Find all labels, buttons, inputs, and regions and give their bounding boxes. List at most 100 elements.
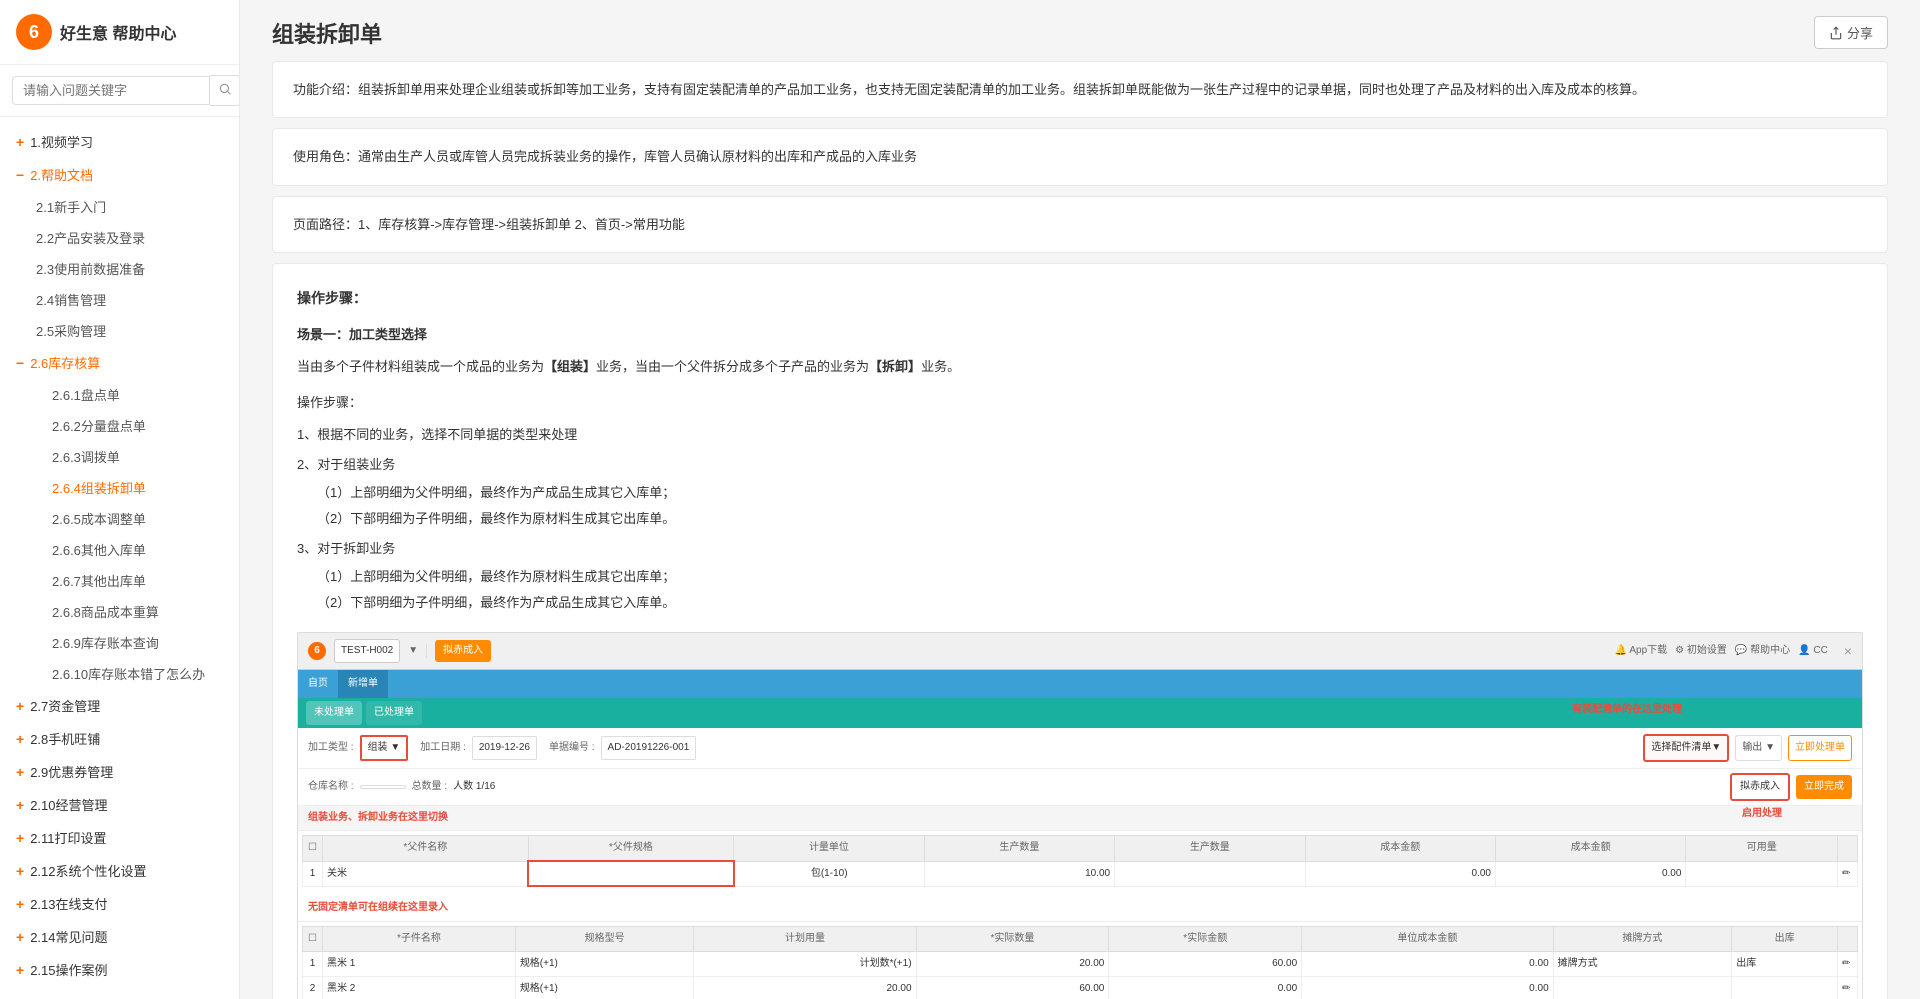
form-type-label: 加工类型 :: [308, 738, 354, 758]
sidebar-item-inventory[interactable]: − 2.6库存核算: [0, 346, 239, 379]
sidebar-item-videos[interactable]: + 1.视频学习: [0, 125, 239, 158]
enable-process-btn[interactable]: 拟赤成入: [1730, 773, 1790, 801]
sidebar-item-transfer[interactable]: 2.6.3调拨单: [0, 441, 239, 472]
sidebar-item-dataprep[interactable]: 2.3使用前数据准备: [0, 253, 239, 284]
select-bom-btn[interactable]: 选择配件清单▼: [1643, 734, 1729, 762]
row1-edit[interactable]: ✏: [1838, 861, 1858, 886]
sidebar-item-assemble[interactable]: 2.6.4组装拆卸单: [0, 472, 239, 503]
confirm-btn[interactable]: 立即完成: [1796, 775, 1852, 799]
col2-unit-cost: 单位成本金额: [1302, 927, 1553, 952]
col2-actual-amt: *实际金额: [1109, 927, 1302, 952]
table-row-1: 1 关米 包(1-10) 10.00 0.00 0.00 ✏: [303, 861, 1858, 886]
app-navbar: 自页 新增单: [298, 670, 1862, 698]
crow1-name: 黑米 1: [323, 952, 516, 977]
col2-plan-qty: 计划用量: [694, 927, 916, 952]
crow2-actual-amt: 0.00: [1109, 977, 1302, 999]
close-icon: ×: [1844, 637, 1852, 665]
sidebar-item-sales[interactable]: 2.4销售管理: [0, 284, 239, 315]
form-type-select[interactable]: 组装 ▼: [360, 735, 409, 761]
content-area: 功能介绍：组装拆卸单用来处理企业组装或拆卸等加工业务，支持有固定装配清单的产品加…: [240, 61, 1920, 999]
steps-label: 操作步骤：: [297, 390, 1863, 416]
form-btn2[interactable]: 输出 ▼: [1735, 735, 1782, 761]
col2-actual-qty: *实际数量: [916, 927, 1109, 952]
steps-block: 操作步骤： 场景一：加工类型选择 当由多个子件材料组装成一个成品的业务为【组装】…: [272, 263, 1888, 999]
search-input[interactable]: [12, 76, 210, 105]
table-annotation-bar: 无固定清单可在组续在这里录入: [298, 891, 1862, 921]
sidebar-item-operation[interactable]: + 2.10经营管理: [0, 788, 239, 821]
step1: 1、根据不同的业务，选择不同单据的类型来处理: [297, 422, 1863, 448]
form-count: 人数 1/16: [453, 777, 495, 797]
sidebar-item-label-faq: 2.14常见问题: [30, 927, 107, 946]
sidebar-item-coupon[interactable]: + 2.9优惠券管理: [0, 755, 239, 788]
expand-icon-custom: +: [16, 863, 24, 879]
row1-qty2: [1115, 861, 1305, 886]
sidebar-item-costrecalc[interactable]: 2.6.8商品成本重算: [0, 596, 239, 627]
sidebar-item-payment[interactable]: + 2.13在线支付: [0, 887, 239, 920]
type-switch-annotation: 组装业务、拆卸业务在这里切换: [308, 812, 448, 823]
share-button[interactable]: 分享: [1814, 16, 1888, 49]
crow1-outbound: 出库: [1732, 952, 1838, 977]
sidebar-item-stocktake[interactable]: 2.6.1盘点单: [0, 379, 239, 410]
intro-text: 功能介绍：组装拆卸单用来处理企业组装或拆卸等加工业务，支持有固定装配清单的产品加…: [293, 78, 1867, 101]
app-icon-3: 💬 帮助中心: [1735, 641, 1790, 661]
sidebar-item-mobile[interactable]: + 2.8手机旺铺: [0, 722, 239, 755]
collapse-icon-2: −: [16, 355, 24, 371]
nav-active[interactable]: 新增单: [338, 670, 388, 698]
sidebar-item-inbound[interactable]: 2.6.6其他入库单: [0, 534, 239, 565]
sidebar-item-print[interactable]: + 2.11打印设置: [0, 821, 239, 854]
form-right: 选择配件清单▼ 输出 ▼ 立即处理单: [1643, 734, 1852, 762]
sidebar-item-custom[interactable]: + 2.12系统个性化设置: [0, 854, 239, 887]
crow1-plan: 计划数*(+1): [694, 952, 916, 977]
sidebar-item-label-print: 2.11打印设置: [30, 828, 106, 847]
sidebar-item-partialinv[interactable]: 2.6.2分量盘点单: [0, 410, 239, 441]
sidebar-item-costadjust[interactable]: 2.6.5成本调整单: [0, 503, 239, 534]
sidebar-item-newbie[interactable]: 2.1新手入门: [0, 191, 239, 222]
col-prod-qty2: 生产数量: [1115, 836, 1305, 862]
form-date: 2019-12-26: [472, 736, 537, 760]
logo-icon: 6: [16, 14, 52, 50]
enable-process-label: 拟赤成入: [1740, 781, 1780, 792]
col2-child-name: *子件名称: [323, 927, 516, 952]
sidebar-item-label-operation: 2.10经营管理: [30, 795, 107, 814]
search-button[interactable]: [210, 75, 240, 106]
crow1-edit[interactable]: ✏: [1838, 952, 1858, 977]
form-btn3[interactable]: 立即处理单: [1788, 735, 1852, 761]
role-text: 使用角色：通常由生产人员或库管人员完成拆装业务的操作，库管人员确认原材料的出库和…: [293, 145, 1867, 168]
crow2-num: 2: [303, 977, 323, 999]
sidebar-item-purchase[interactable]: 2.5采购管理: [0, 315, 239, 346]
sidebar-item-ledger[interactable]: 2.6.9库存账本查询: [0, 627, 239, 658]
col-cost: 成本金额: [1305, 836, 1495, 862]
sidebar-item-install[interactable]: 2.2产品安装及登录: [0, 222, 239, 253]
sidebar-item-ledgererror[interactable]: 2.6.10库存账本错了怎么办: [0, 658, 239, 689]
app-title: 好生意 帮助中心: [60, 20, 176, 44]
col-action-th: [1838, 836, 1858, 862]
app-logo: 6: [308, 642, 326, 660]
crow1-num: 1: [303, 952, 323, 977]
nav-home[interactable]: 自页: [298, 670, 338, 698]
col2-action-th: [1838, 927, 1858, 952]
tab-unprocessed[interactable]: 未处理单: [306, 701, 362, 725]
sidebar-item-label: 1.视频学习: [30, 132, 93, 151]
expand-icon-coupon: +: [16, 764, 24, 780]
page-header: 组装拆卸单 分享: [240, 0, 1920, 61]
sidebar-item-finance[interactable]: + 2.7资金管理: [0, 689, 239, 722]
sidebar-item-outbound[interactable]: 2.6.7其他出库单: [0, 565, 239, 596]
col-cost2: 成本金额: [1495, 836, 1685, 862]
col2-checkbox: ☐: [303, 927, 323, 952]
crow2-edit[interactable]: ✏: [1838, 977, 1858, 999]
sidebar-item-faq[interactable]: + 2.14常见问题: [0, 920, 239, 953]
expand-icon-mobile: +: [16, 731, 24, 747]
app-spacer: ▼: [408, 641, 418, 661]
crow2-unit-cost: 0.00: [1302, 977, 1553, 999]
app-top-icons: 🔔 App下载 ⚙ 初始设置 💬 帮助中心 👤 CC: [1615, 641, 1828, 661]
form-warehouse-label: 仓库名称 :: [308, 777, 354, 797]
sidebar-item-cases[interactable]: + 2.15操作案例: [0, 953, 239, 986]
enable-annotation: 启用处理: [1742, 804, 1782, 824]
child-row-1: 1 黑米 1 规格(+1) 计划数*(+1) 20.00 60.00 0.00 …: [303, 952, 1858, 977]
tab-processed[interactable]: 已处理单: [366, 701, 422, 725]
form-docno: AD-20191226-001: [601, 736, 697, 760]
row1-cost: 0.00: [1305, 861, 1495, 886]
sidebar-item-docs[interactable]: − 2.帮助文档: [0, 158, 239, 191]
row1-spec: [528, 861, 734, 886]
expand-icon: +: [16, 134, 24, 150]
